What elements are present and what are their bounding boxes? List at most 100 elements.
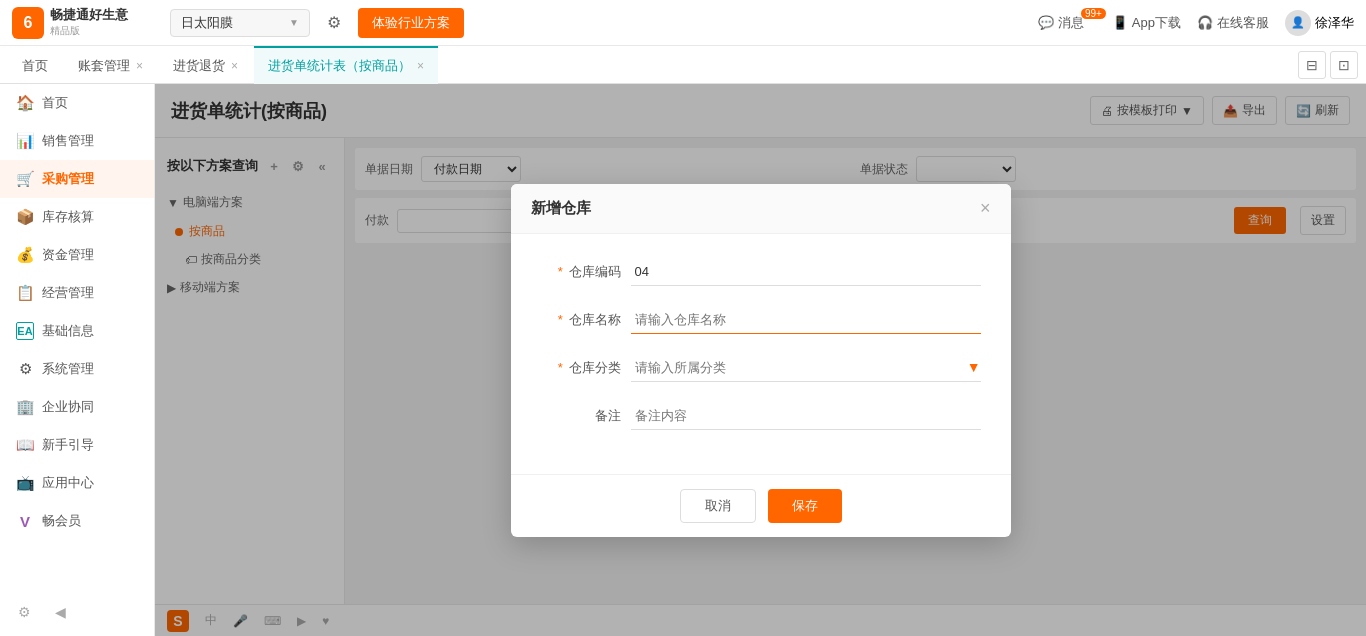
note-label: 备注 xyxy=(541,407,621,425)
app-label: App下载 xyxy=(1132,14,1181,32)
sidebar-item-system[interactable]: ⚙ 系统管理 xyxy=(0,350,154,388)
service-label: 在线客服 xyxy=(1217,14,1269,32)
main-layout: 🏠 首页 📊 销售管理 🛒 采购管理 📦 库存核算 💰 资金管理 📋 经营管理 … xyxy=(0,84,1366,636)
modal-overlay: 新增仓库 × * 仓库编码 * xyxy=(155,84,1366,636)
sidebar-item-basic-label: 基础信息 xyxy=(42,322,94,340)
tab-restore-btn[interactable]: ⊟ xyxy=(1298,51,1326,79)
tab-purchase-return[interactable]: 进货退货 × xyxy=(159,46,252,84)
tab-account[interactable]: 账套管理 × xyxy=(64,46,157,84)
sidebar-item-purchase[interactable]: 🛒 采购管理 xyxy=(0,160,154,198)
tab-account-close[interactable]: × xyxy=(136,59,143,73)
sidebar-item-sales[interactable]: 📊 销售管理 xyxy=(0,122,154,160)
phone-icon: 📱 xyxy=(1112,15,1128,30)
form-row-name: * 仓库名称 xyxy=(541,306,981,334)
message-action[interactable]: 💬 消息 99+ xyxy=(1038,14,1096,32)
modal-close-btn[interactable]: × xyxy=(980,198,991,219)
modal-title: 新增仓库 xyxy=(531,199,591,218)
logo-sub: 精品版 xyxy=(50,24,128,38)
code-input[interactable] xyxy=(631,258,981,286)
basic-icon: EA xyxy=(16,322,34,340)
sidebar-item-home-label: 首页 xyxy=(42,94,68,112)
form-row-category: * 仓库分类 ▼ xyxy=(541,354,981,382)
sidebar-item-enterprise[interactable]: 🏢 企业协同 xyxy=(0,388,154,426)
store-selector[interactable]: 日太阳膜 ▼ xyxy=(170,9,310,37)
header-right: 💬 消息 99+ 📱 App下载 🎧 在线客服 👤 徐泽华 xyxy=(1038,10,1354,36)
cancel-button[interactable]: 取消 xyxy=(680,489,756,523)
tab-maximize-btn[interactable]: ⊡ xyxy=(1330,51,1358,79)
code-label: * 仓库编码 xyxy=(541,263,621,281)
sidebar-item-inventory[interactable]: 📦 库存核算 xyxy=(0,198,154,236)
inventory-icon: 📦 xyxy=(16,208,34,226)
modal-body: * 仓库编码 * 仓库名称 xyxy=(511,234,1011,474)
modal-dialog: 新增仓库 × * 仓库编码 * xyxy=(511,184,1011,537)
name-input[interactable] xyxy=(631,306,981,334)
sidebar-item-home[interactable]: 🏠 首页 xyxy=(0,84,154,122)
required-star-code: * xyxy=(558,264,563,279)
tab-purchase-return-close[interactable]: × xyxy=(231,59,238,73)
logo-text: 畅捷通好生意 xyxy=(50,7,128,24)
form-row-code: * 仓库编码 xyxy=(541,258,981,286)
required-star-name: * xyxy=(558,312,563,327)
finance-icon: 💰 xyxy=(16,246,34,264)
message-icon: 💬 xyxy=(1038,15,1054,30)
sidebar-item-operation[interactable]: 📋 经营管理 xyxy=(0,274,154,312)
sidebar-item-guide-label: 新手引导 xyxy=(42,436,94,454)
name-label: * 仓库名称 xyxy=(541,311,621,329)
message-badge: 99+ xyxy=(1081,8,1106,19)
sidebar-item-app[interactable]: 📺 应用中心 xyxy=(0,464,154,502)
modal-header: 新增仓库 × xyxy=(511,184,1011,234)
vip-icon: V xyxy=(16,512,34,530)
sidebar-collapse-btn[interactable]: ◀ xyxy=(46,598,74,626)
user-area[interactable]: 👤 徐泽华 xyxy=(1285,10,1354,36)
category-arrow-icon[interactable]: ▼ xyxy=(967,359,981,375)
sidebar-item-finance[interactable]: 💰 资金管理 xyxy=(0,236,154,274)
app-download-action[interactable]: 📱 App下载 xyxy=(1112,14,1181,32)
purchase-icon: 🛒 xyxy=(16,170,34,188)
tab-purchase-stats-label: 进货单统计表（按商品） xyxy=(268,57,411,75)
user-name: 徐泽华 xyxy=(1315,14,1354,32)
sidebar-item-guide[interactable]: 📖 新手引导 xyxy=(0,426,154,464)
sidebar-item-finance-label: 资金管理 xyxy=(42,246,94,264)
sidebar-item-inventory-label: 库存核算 xyxy=(42,208,94,226)
required-star-cat: * xyxy=(558,360,563,375)
sidebar-item-sales-label: 销售管理 xyxy=(42,132,94,150)
top-header: 6 畅捷通好生意 精品版 日太阳膜 ▼ ⚙ 体验行业方案 💬 消息 99+ 📱 … xyxy=(0,0,1366,46)
message-label: 消息 xyxy=(1058,14,1084,32)
store-name: 日太阳膜 xyxy=(181,14,285,32)
app-center-icon: 📺 xyxy=(16,474,34,492)
gear-icon: ⚙ xyxy=(327,13,341,32)
sidebar-item-vip-label: 畅会员 xyxy=(42,512,81,530)
system-icon: ⚙ xyxy=(16,360,34,378)
sidebar-item-operation-label: 经营管理 xyxy=(42,284,94,302)
home-icon: 🏠 xyxy=(16,94,34,112)
tab-bar: 首页 账套管理 × 进货退货 × 进货单统计表（按商品） × ⊟ ⊡ xyxy=(0,46,1366,84)
category-select-input[interactable] xyxy=(631,358,967,377)
sidebar-item-vip[interactable]: V 畅会员 xyxy=(0,502,154,540)
try-button[interactable]: 体验行业方案 xyxy=(358,8,464,38)
logo-icon: 6 xyxy=(12,7,44,39)
headset-icon: 🎧 xyxy=(1197,15,1213,30)
sidebar-settings-btn[interactable]: ⚙ xyxy=(10,598,38,626)
note-input[interactable] xyxy=(631,402,981,430)
enterprise-icon: 🏢 xyxy=(16,398,34,416)
tab-purchase-stats[interactable]: 进货单统计表（按商品） × xyxy=(254,46,438,84)
chevron-down-icon: ▼ xyxy=(289,17,299,28)
logo-area: 6 畅捷通好生意 精品版 xyxy=(12,7,162,39)
sales-icon: 📊 xyxy=(16,132,34,150)
sidebar-bottom: ⚙ ◀ xyxy=(0,588,154,636)
tab-home-label: 首页 xyxy=(22,57,48,75)
online-service-action[interactable]: 🎧 在线客服 xyxy=(1197,14,1269,32)
tab-home[interactable]: 首页 xyxy=(8,46,62,84)
category-label: * 仓库分类 xyxy=(541,359,621,377)
tab-right-actions: ⊟ ⊡ xyxy=(1298,51,1358,79)
sidebar-item-enterprise-label: 企业协同 xyxy=(42,398,94,416)
sidebar-item-basic[interactable]: EA 基础信息 xyxy=(0,312,154,350)
sidebar-item-purchase-label: 采购管理 xyxy=(42,170,94,188)
save-button[interactable]: 保存 xyxy=(768,489,842,523)
guide-icon: 📖 xyxy=(16,436,34,454)
sidebar: 🏠 首页 📊 销售管理 🛒 采购管理 📦 库存核算 💰 资金管理 📋 经营管理 … xyxy=(0,84,155,636)
avatar: 👤 xyxy=(1285,10,1311,36)
tab-purchase-stats-close[interactable]: × xyxy=(417,59,424,73)
settings-icon-btn[interactable]: ⚙ xyxy=(318,7,350,39)
content: 进货单统计(按商品) 🖨 按模板打印 ▼ 📤 导出 🔄 刷新 xyxy=(155,84,1366,636)
